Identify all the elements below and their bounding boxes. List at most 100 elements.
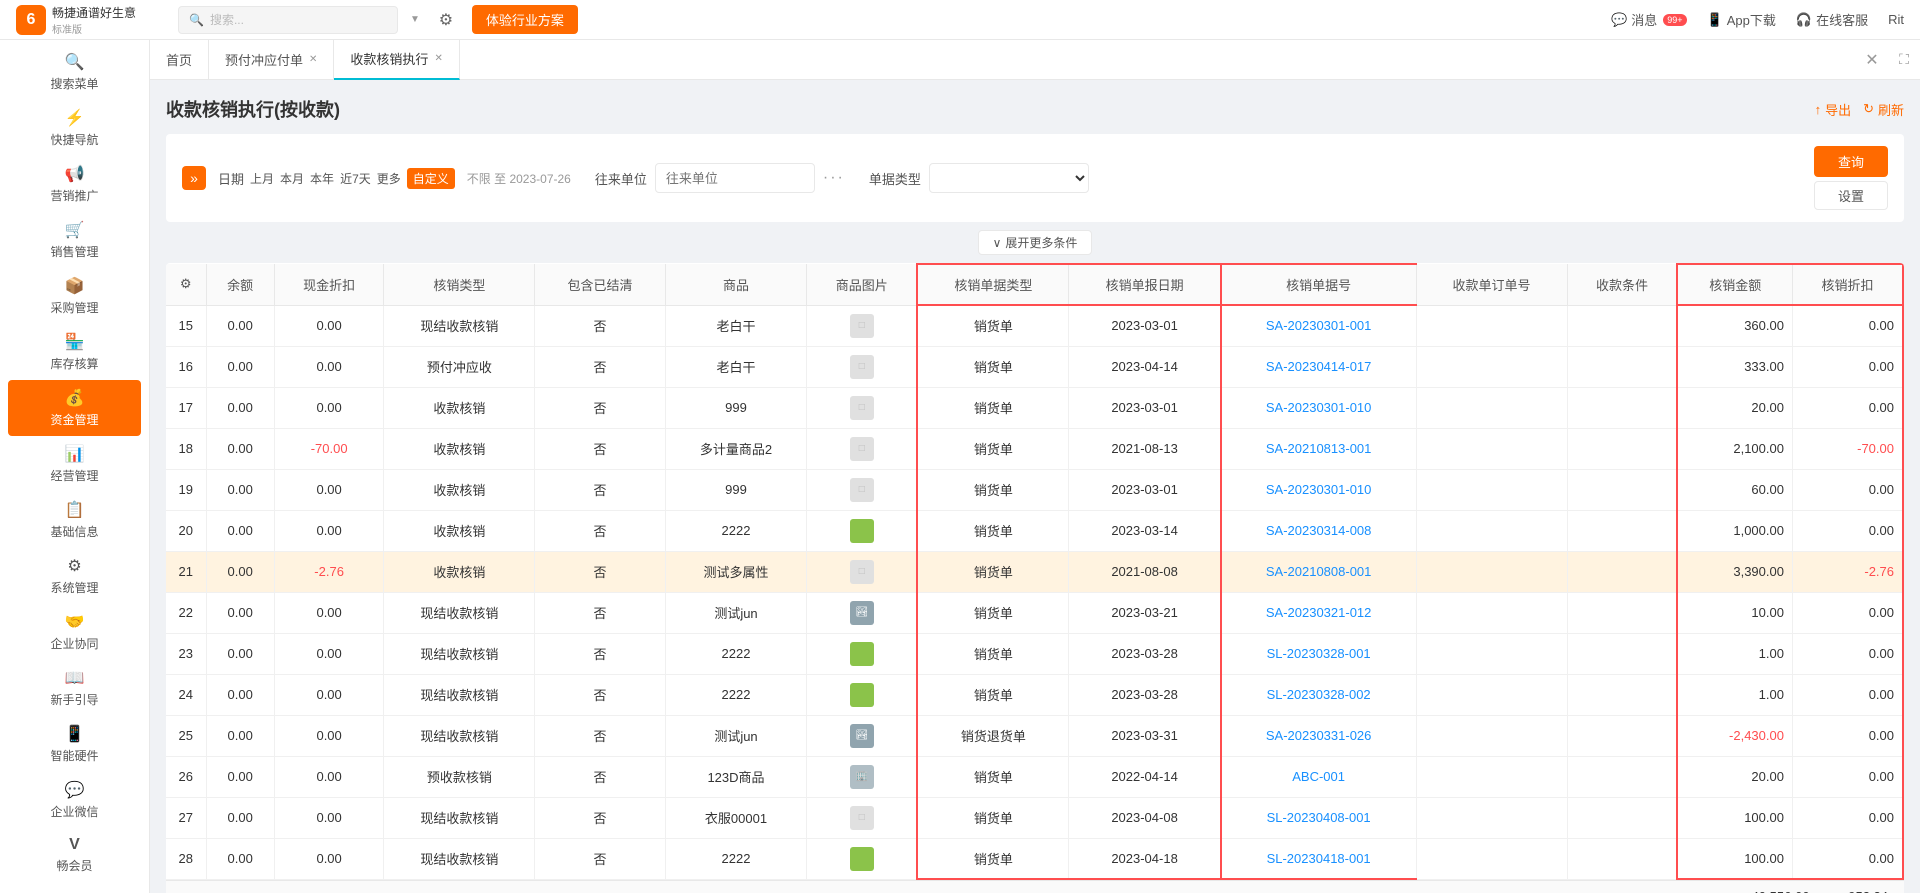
sidebar-item-system[interactable]: ⚙ 系统管理 <box>0 548 149 604</box>
sidebar-item-finance[interactable]: 💰 资金管理 <box>8 380 141 436</box>
tab-expand-button[interactable]: ⛶ <box>1888 44 1920 76</box>
sidebar-item-marketing[interactable]: 📢 营销推广 <box>0 156 149 212</box>
cell-cancel-bill-no[interactable]: SA-20210808-001 <box>1221 551 1416 592</box>
cell-goods: 123D商品 <box>665 756 807 797</box>
sidebar-item-inventory[interactable]: 🏪 库存核算 <box>0 324 149 380</box>
cell-cancel-bill-no[interactable]: SL-20230418-001 <box>1221 838 1416 879</box>
refresh-button[interactable]: ↻ 刷新 <box>1863 100 1904 119</box>
expand-filter-button[interactable]: » <box>182 166 206 190</box>
sidebar-item-basic-info[interactable]: 📋 基础信息 <box>0 492 149 548</box>
cell-cancel-bill-no[interactable]: SA-20230314-008 <box>1221 510 1416 551</box>
quick-nav-icon: ⚡ <box>65 108 85 128</box>
inventory-icon: 🏪 <box>65 332 85 352</box>
cell-cancel-discount: 0.00 <box>1792 674 1903 715</box>
cell-include-settled: 否 <box>535 674 665 715</box>
cell-cancel-amount: 60.00 <box>1677 469 1792 510</box>
cell-cancel-type: 收款核销 <box>384 387 535 428</box>
cell-cancel-bill-no[interactable]: SA-20230301-010 <box>1221 469 1416 510</box>
tab-receipt-close[interactable]: ✕ <box>434 53 442 64</box>
date-range-text: 不限 至 2023-07-26 <box>467 170 571 187</box>
cell-cancel-bill-no[interactable]: SL-20230328-002 <box>1221 674 1416 715</box>
cell-cancel-bill-type: 销货单 <box>917 428 1069 469</box>
cell-cancel-bill-no[interactable]: SL-20230328-001 <box>1221 633 1416 674</box>
cell-cancel-bill-type: 销货单 <box>917 551 1069 592</box>
sidebar-item-member[interactable]: V 畅会员 <box>0 828 149 882</box>
cell-balance: 0.00 <box>206 756 274 797</box>
cell-goods: 衣服00001 <box>665 797 807 838</box>
filter-more-dots: ··· <box>823 169 845 187</box>
app-download-button[interactable]: 📱 App下载 <box>1707 10 1776 29</box>
cell-balance: 0.00 <box>206 633 274 674</box>
cell-cancel-discount: 0.00 <box>1792 469 1903 510</box>
sidebar-item-wechat[interactable]: 💬 企业微信 <box>0 772 149 828</box>
cell-goods: 测试jun <box>665 592 807 633</box>
table-row: 20 0.00 0.00 收款核销 否 2222 销货单 2023-03-14 … <box>166 510 1903 551</box>
export-button[interactable]: ↑ 导出 <box>1815 100 1852 119</box>
date-7days[interactable]: 近7天 <box>340 170 371 187</box>
cell-cancel-bill-no[interactable]: SL-20230408-001 <box>1221 797 1416 838</box>
cell-cancel-bill-no[interactable]: SA-20230331-026 <box>1221 715 1416 756</box>
tab-receipt-cancel[interactable]: 收款核销执行 ✕ <box>334 40 459 80</box>
cell-goods-image: □ <box>807 387 917 428</box>
sidebar-item-sales[interactable]: 🛒 销售管理 <box>0 212 149 268</box>
counterparty-input[interactable] <box>655 163 815 193</box>
cell-cancel-bill-date: 2021-08-13 <box>1069 428 1221 469</box>
cell-cancel-bill-no[interactable]: SA-20230301-010 <box>1221 387 1416 428</box>
cell-cash-discount: 0.00 <box>274 346 384 387</box>
cell-cancel-bill-no[interactable]: SA-20230321-012 <box>1221 592 1416 633</box>
col-header-receipt-order: 收款单订单号 <box>1416 264 1567 305</box>
message-button[interactable]: 💬 消息 99+ <box>1611 10 1686 29</box>
tab-home[interactable]: 首页 <box>150 40 209 80</box>
date-custom[interactable]: 自定义 <box>407 168 455 189</box>
system-icon: ⚙ <box>67 556 81 576</box>
cell-cancel-bill-no[interactable]: SA-20210813-001 <box>1221 428 1416 469</box>
cell-goods-image <box>807 633 917 674</box>
total-cancel-amount-value: 40,556,66... <box>1752 889 1821 893</box>
sidebar-item-search[interactable]: 🔍 搜索菜单 <box>0 44 149 100</box>
sidebar-item-guide[interactable]: 📖 新手引导 <box>0 660 149 716</box>
table-row: 15 0.00 0.00 现结收款核销 否 老白干 □ 销货单 2023-03-… <box>166 305 1903 346</box>
tab-close-all-button[interactable]: ✕ <box>1856 44 1888 76</box>
online-service-button[interactable]: 🎧 在线客服 <box>1796 10 1868 29</box>
query-button[interactable]: 查询 <box>1814 146 1888 177</box>
cell-cancel-bill-no[interactable]: ABC-001 <box>1221 756 1416 797</box>
logo-name: 畅捷通谱好生意 <box>52 4 136 21</box>
sidebar-item-quick[interactable]: ⚡ 快捷导航 <box>0 100 149 156</box>
search-box[interactable]: 🔍 搜索... <box>178 6 398 34</box>
tab-prepay-close[interactable]: ✕ <box>309 54 317 65</box>
bill-type-select[interactable] <box>929 163 1089 193</box>
cell-balance: 0.00 <box>206 674 274 715</box>
settings-button[interactable]: 设置 <box>1814 181 1888 210</box>
date-this-month[interactable]: 本月 <box>280 170 304 187</box>
cell-cancel-bill-no[interactable]: SA-20230301-001 <box>1221 305 1416 346</box>
chevron-down-icon: ▼ <box>410 14 420 25</box>
tab-receipt-label: 收款核销执行 <box>350 49 428 68</box>
cell-cancel-discount: 0.00 <box>1792 387 1903 428</box>
cell-cancel-bill-type: 销货退货单 <box>917 715 1069 756</box>
col-header-settings[interactable]: ⚙ <box>166 264 206 305</box>
gear-button[interactable]: ⚙ <box>432 6 460 34</box>
cell-cancel-discount: 0.00 <box>1792 756 1903 797</box>
cell-cancel-bill-no[interactable]: SA-20230414-017 <box>1221 346 1416 387</box>
date-more[interactable]: 更多 <box>377 170 401 187</box>
cell-cancel-bill-date: 2023-03-01 <box>1069 469 1221 510</box>
sidebar-item-operations[interactable]: 📊 经营管理 <box>0 436 149 492</box>
sidebar-item-purchase[interactable]: 📦 采购管理 <box>0 268 149 324</box>
sidebar-item-hardware[interactable]: 📱 智能硬件 <box>0 716 149 772</box>
expand-more-button[interactable]: ∨ 展开更多条件 <box>978 230 1093 255</box>
cell-receipt-order <box>1416 510 1567 551</box>
sidebar-label-inventory: 库存核算 <box>50 355 98 372</box>
sidebar-item-collab[interactable]: 🤝 企业协同 <box>0 604 149 660</box>
cell-cancel-bill-type: 销货单 <box>917 346 1069 387</box>
sidebar-label-hardware: 智能硬件 <box>50 747 98 764</box>
cell-cancel-type: 预收款核销 <box>384 756 535 797</box>
cell-goods: 2222 <box>665 510 807 551</box>
cell-cash-discount: 0.00 <box>274 715 384 756</box>
tab-prepay[interactable]: 预付冲应付单 ✕ <box>209 40 334 80</box>
cell-receipt-order <box>1416 633 1567 674</box>
date-last-month[interactable]: 上月 <box>250 170 274 187</box>
solution-button[interactable]: 体验行业方案 <box>472 5 578 34</box>
date-this-year[interactable]: 本年 <box>310 170 334 187</box>
col-header-goods-image: 商品图片 <box>807 264 917 305</box>
cell-cash-discount: 0.00 <box>274 633 384 674</box>
